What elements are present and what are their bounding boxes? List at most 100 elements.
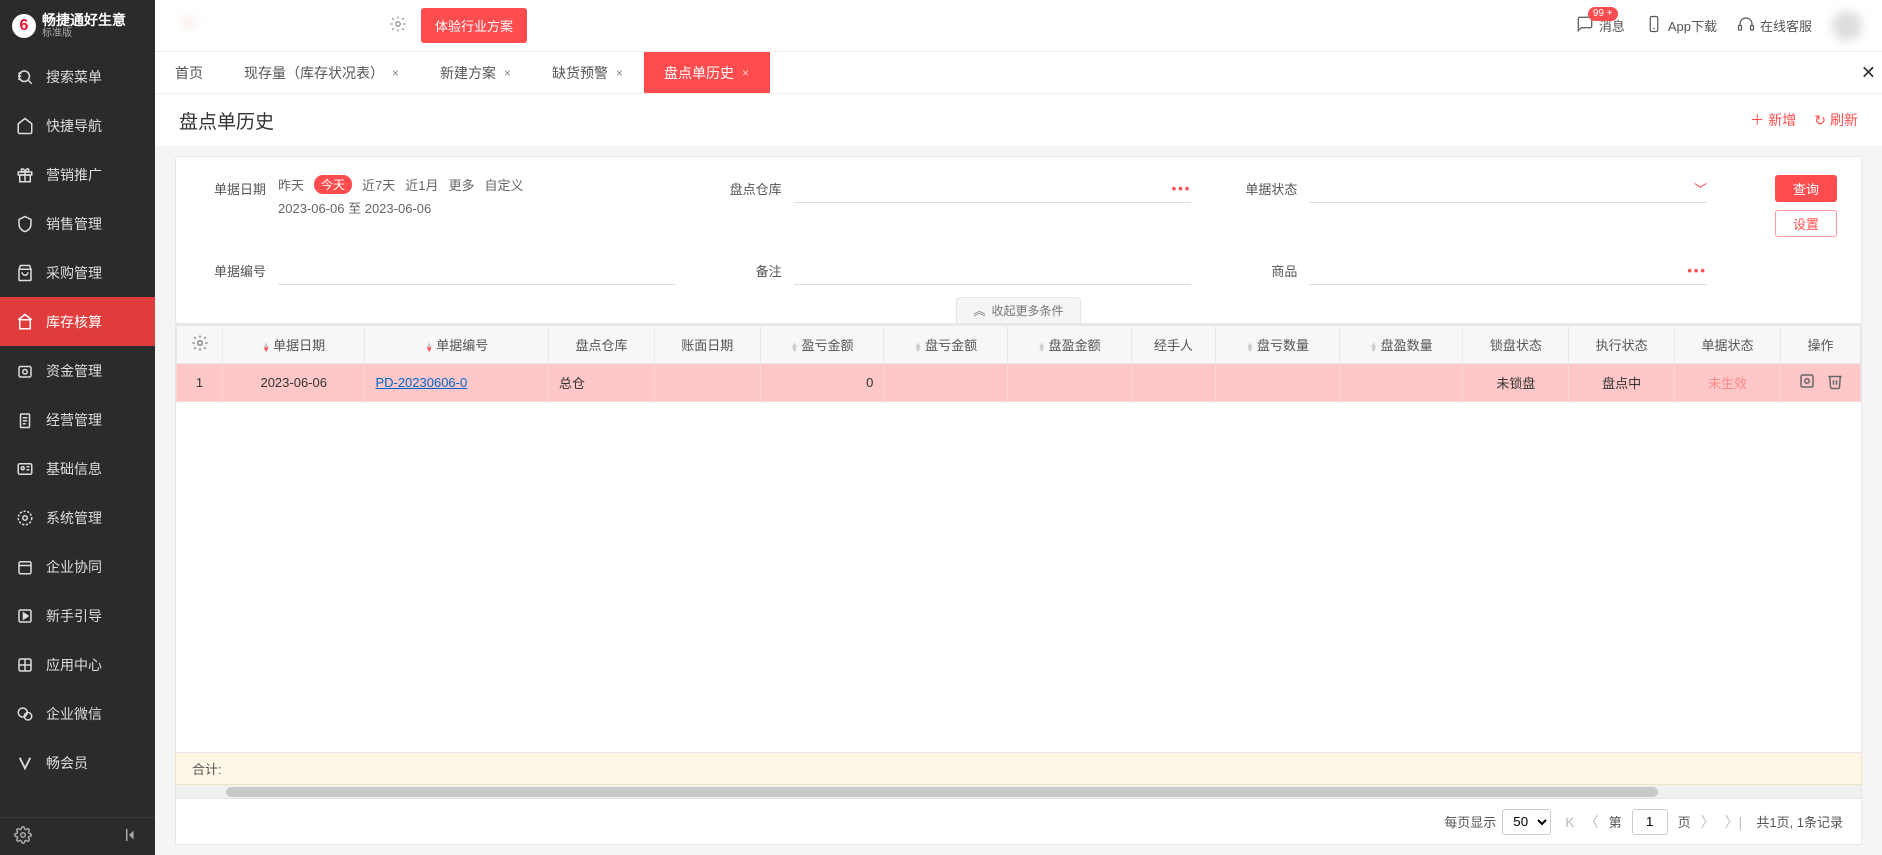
cell: [1131, 364, 1216, 402]
next-page-button[interactable]: 〉: [1701, 812, 1715, 832]
sidebar-item-0[interactable]: 搜索菜单: [0, 52, 155, 101]
per-page-select[interactable]: 50: [1502, 809, 1551, 835]
column-header-1[interactable]: ▲▼单据日期: [223, 326, 365, 364]
collapse-sidebar-icon[interactable]: [123, 826, 141, 847]
add-button[interactable]: ＋ 新增: [1750, 110, 1796, 130]
last-page-button[interactable]: 〉|: [1725, 812, 1743, 832]
page-input[interactable]: [1632, 809, 1668, 835]
sidebar-item-13[interactable]: 企业微信: [0, 689, 155, 738]
sort-icon[interactable]: ▲▼: [262, 342, 270, 352]
sidebar-item-8[interactable]: 基础信息: [0, 444, 155, 493]
date-preset-4[interactable]: 更多: [449, 175, 475, 194]
column-header-2[interactable]: ▲▼单据编号: [365, 326, 549, 364]
sidebar-item-9[interactable]: 系统管理: [0, 493, 155, 542]
more-dots-icon[interactable]: •••: [1687, 263, 1707, 278]
view-icon[interactable]: [1798, 372, 1816, 393]
message-badge: 99 +: [1588, 7, 1618, 21]
sidebar-item-6[interactable]: 资金管理: [0, 346, 155, 395]
column-header-0[interactable]: [177, 326, 223, 364]
sidebar-item-1[interactable]: 快捷导航: [0, 101, 155, 150]
experience-button[interactable]: 体验行业方案: [421, 8, 527, 43]
tab-close-icon[interactable]: ×: [616, 66, 623, 80]
tab-4[interactable]: 盘点单历史×: [644, 52, 770, 93]
page-suffix: 页: [1678, 812, 1691, 831]
sort-icon[interactable]: ▲▼: [1038, 342, 1046, 352]
filter-settings-button[interactable]: 设置: [1775, 210, 1837, 237]
sidebar-footer: [0, 817, 155, 855]
tab-close-icon[interactable]: ×: [392, 66, 399, 80]
collapse-filters-button[interactable]: ︽ 收起更多条件: [956, 297, 1080, 323]
brand-logo: 6 畅捷通好生意 标准版: [0, 0, 155, 52]
column-header-5[interactable]: ▲▼盈亏金额: [760, 326, 884, 364]
gear-icon[interactable]: [389, 15, 407, 36]
refresh-icon: ↻: [1814, 112, 1826, 129]
date-range-text: 2023-06-06 至 2023-06-06: [278, 198, 676, 217]
date-preset-2[interactable]: 近7天: [362, 175, 395, 194]
sort-icon[interactable]: ▲▼: [791, 342, 799, 352]
column-header-4[interactable]: 账面日期: [654, 326, 760, 364]
column-header-7[interactable]: ▲▼盘盈金额: [1007, 326, 1131, 364]
query-button[interactable]: 查询: [1775, 175, 1837, 202]
product-input[interactable]: •••: [1309, 257, 1707, 285]
more-dots-icon[interactable]: •••: [1172, 181, 1192, 196]
sidebar-item-11[interactable]: 新手引导: [0, 591, 155, 640]
date-preset-3[interactable]: 近1月: [405, 175, 438, 194]
tab-close-icon[interactable]: ×: [504, 66, 511, 80]
house-icon: [16, 313, 34, 331]
sidebar-item-14[interactable]: 畅会员: [0, 738, 155, 787]
column-header-11[interactable]: 锁盘状态: [1463, 326, 1569, 364]
table-row[interactable]: 12023-06-06PD-20230606-0总仓0未锁盘盘点中未生效: [177, 364, 1861, 402]
tab-1[interactable]: 现存量（库存状况表）×: [224, 52, 420, 93]
horizontal-scrollbar[interactable]: [175, 785, 1862, 799]
sort-icon[interactable]: ▲▼: [425, 342, 433, 352]
sidebar-item-12[interactable]: 应用中心: [0, 640, 155, 689]
clipboard-icon: [16, 411, 34, 429]
prev-page-button[interactable]: 〈: [1585, 812, 1599, 832]
tab-close-icon[interactable]: ×: [742, 66, 749, 80]
sort-icon[interactable]: ▲▼: [914, 342, 922, 352]
sidebar-item-label: 营销推广: [46, 165, 102, 185]
gear-icon[interactable]: [191, 340, 209, 355]
column-header-3[interactable]: 盘点仓库: [549, 326, 655, 364]
column-header-8[interactable]: 经手人: [1131, 326, 1216, 364]
sidebar-item-label: 企业协同: [46, 557, 102, 577]
sort-icon[interactable]: ▲▼: [1246, 342, 1254, 352]
first-page-button[interactable]: K: [1565, 814, 1574, 830]
date-preset-1[interactable]: 今天: [314, 175, 352, 194]
app-download-button[interactable]: App下载: [1645, 15, 1717, 36]
org-selector[interactable]: ﹀: [175, 16, 375, 35]
column-header-12[interactable]: 执行状态: [1569, 326, 1675, 364]
tab-3[interactable]: 缺货预警×: [532, 52, 644, 93]
online-service-button[interactable]: 在线客服: [1737, 15, 1812, 36]
doc-link[interactable]: PD-20230606-0: [375, 375, 467, 390]
tab-label: 新建方案: [440, 63, 496, 83]
messages-button[interactable]: 99 + 消息: [1576, 15, 1625, 36]
date-preset-5[interactable]: 自定义: [485, 175, 524, 194]
warehouse-input[interactable]: •••: [794, 175, 1192, 203]
code-input[interactable]: [278, 257, 676, 285]
column-header-13[interactable]: 单据状态: [1675, 326, 1781, 364]
column-header-10[interactable]: ▲▼盘盈数量: [1339, 326, 1463, 364]
avatar[interactable]: [1832, 11, 1862, 41]
sidebar-item-label: 应用中心: [46, 655, 102, 675]
sidebar-item-7[interactable]: 经营管理: [0, 395, 155, 444]
tab-2[interactable]: 新建方案 ×: [420, 52, 532, 93]
close-all-tabs-icon[interactable]: ✕: [1861, 62, 1876, 83]
date-preset-0[interactable]: 昨天: [278, 175, 304, 194]
sidebar-item-10[interactable]: 企业协同: [0, 542, 155, 591]
settings-icon[interactable]: [14, 826, 32, 847]
filter-code-label: 单据编号: [200, 257, 266, 285]
status-select[interactable]: ﹀: [1309, 175, 1707, 203]
sidebar-item-2[interactable]: 营销推广: [0, 150, 155, 199]
column-header-9[interactable]: ▲▼盘亏数量: [1216, 326, 1340, 364]
sidebar-item-3[interactable]: 销售管理: [0, 199, 155, 248]
tab-0[interactable]: 首页: [155, 52, 224, 93]
sidebar-item-5[interactable]: 库存核算: [0, 297, 155, 346]
column-header-6[interactable]: ▲▼盘亏金额: [884, 326, 1008, 364]
delete-icon[interactable]: [1826, 372, 1844, 393]
sidebar-item-4[interactable]: 采购管理: [0, 248, 155, 297]
sort-icon[interactable]: ▲▼: [1370, 342, 1378, 352]
refresh-button[interactable]: ↻ 刷新: [1814, 110, 1858, 130]
column-header-14[interactable]: 操作: [1781, 326, 1861, 364]
remark-input[interactable]: [794, 257, 1192, 285]
